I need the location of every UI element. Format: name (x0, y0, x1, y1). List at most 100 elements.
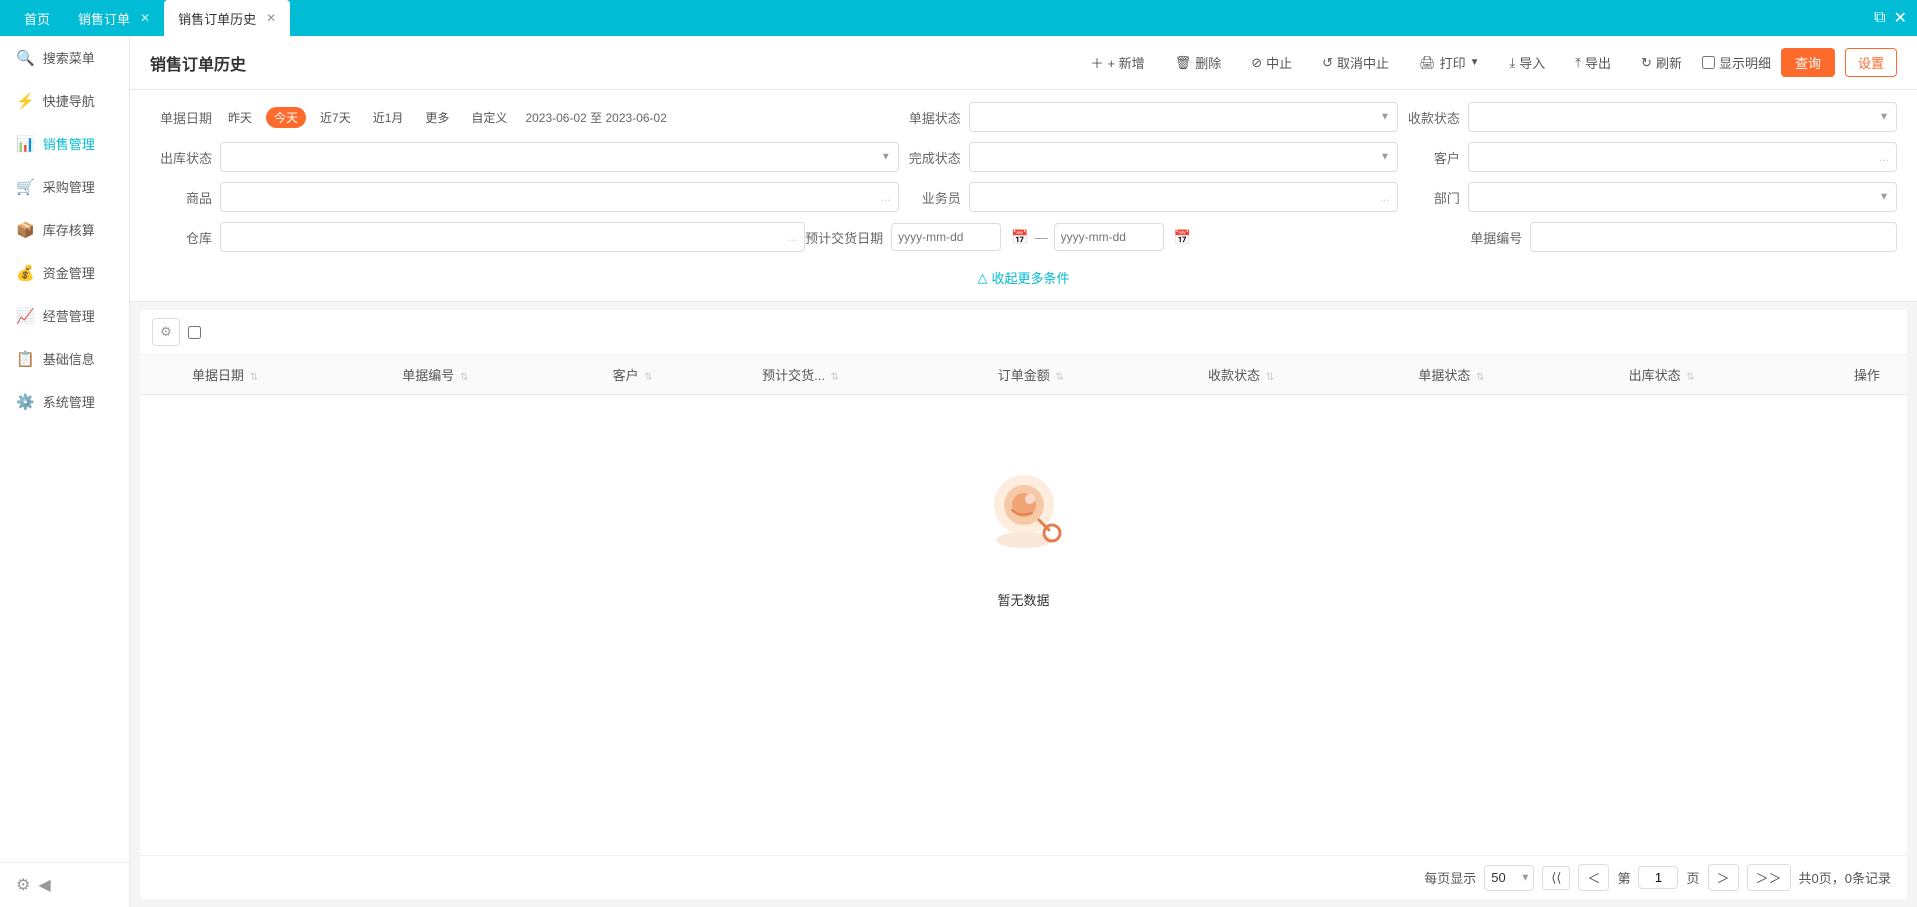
customer-filter-field: 客户 ... (1398, 142, 1897, 172)
filter-section: 单据日期 昨天 今天 近7天 近1月 更多 自定义 2023-06-02 至 2… (130, 90, 1917, 302)
expected-date-end-calendar-icon[interactable]: 📅 (1174, 229, 1191, 246)
sidebar-item-base-info[interactable]: 📋 基础信息 (0, 337, 129, 380)
last-page-btn[interactable]: ＞＞ (1747, 864, 1791, 891)
sidebar-item-finance-mgmt-label: 资金管理 (43, 263, 95, 282)
col-order-no[interactable]: 单据编号 ⇅ (390, 355, 600, 395)
expected-date-start-calendar-icon[interactable]: 📅 (1011, 229, 1028, 246)
expected-date-start-input[interactable] (891, 223, 1001, 251)
sidebar-item-ops-mgmt[interactable]: 📈 经营管理 (0, 294, 129, 337)
sidebar-item-inventory-calc[interactable]: 📦 库存核算 (0, 208, 129, 251)
payment-status-label: 收款状态 (1398, 108, 1468, 127)
print-btn[interactable]: 🖨 打印 ▼ (1409, 48, 1489, 77)
export-icon: ⤒ (1575, 55, 1581, 71)
goods-control: ... (220, 182, 899, 212)
expected-date-control: 📅 — 📅 (891, 223, 1460, 251)
sidebar-item-finance-mgmt[interactable]: 💰 资金管理 (0, 251, 129, 294)
col-ops: 操作 (1827, 355, 1907, 395)
col-expected-date[interactable]: 预计交货... ⇅ (750, 355, 986, 395)
show-detail-checkbox-label[interactable]: 显示明细 (1702, 53, 1771, 72)
sidebar-item-system-mgmt[interactable]: ⚙️ 系统管理 (0, 380, 129, 423)
goods-filter-field: 商品 ... (150, 182, 899, 212)
date-chip-more[interactable]: 更多 (417, 107, 457, 128)
refresh-btn[interactable]: ↻ 刷新 (1631, 48, 1692, 77)
sidebar-item-search-menu[interactable]: 🔍 搜索菜单 (0, 36, 129, 79)
tab-sales-order[interactable]: 销售订单 ✕ (64, 0, 164, 36)
warehouse-ellipsis[interactable]: ... (787, 230, 797, 244)
order-no-input[interactable] (1530, 222, 1897, 252)
date-chip-custom[interactable]: 自定义 (463, 107, 515, 128)
warehouse-input[interactable] (220, 222, 805, 252)
sidebar-bottom: ⚙ ◀ (0, 862, 129, 907)
delivery-status-label: 出库状态 (150, 148, 220, 167)
window-restore-btn[interactable]: ⧉ (1874, 9, 1885, 27)
delete-label: 删除 (1195, 53, 1221, 72)
col-date-sort-icon: ⇅ (250, 372, 258, 383)
base-info-icon: 📋 (16, 350, 35, 368)
sidebar-item-quick-nav[interactable]: ⚡ 快捷导航 (0, 79, 129, 122)
order-status-select[interactable] (969, 102, 1398, 132)
sidebar-item-inventory-calc-label: 库存核算 (43, 220, 95, 239)
customer-input[interactable] (1468, 142, 1897, 172)
tab-home[interactable]: 首页 (10, 0, 64, 36)
delete-btn[interactable]: 🗑 删除 (1165, 48, 1232, 77)
tab-sales-order-close[interactable]: ✕ (140, 11, 150, 25)
tab-sales-order-label: 销售订单 (78, 9, 130, 28)
expected-date-end-input[interactable] (1054, 223, 1164, 251)
col-amount[interactable]: 订单金额 ⇅ (986, 355, 1196, 395)
import-btn[interactable]: ⤓ 导入 (1500, 48, 1556, 77)
import-label: 导入 (1519, 53, 1545, 72)
col-date[interactable]: 单据日期 ⇅ (180, 355, 390, 395)
date-chip-today[interactable]: 今天 (266, 107, 306, 128)
sidebar-item-purchase-mgmt[interactable]: 🛒 采购管理 (0, 165, 129, 208)
col-customer[interactable]: 客户 ⇅ (601, 355, 751, 395)
order-no-control (1530, 222, 1897, 252)
next-page-btn[interactable]: ＞ (1708, 864, 1739, 891)
dept-select[interactable] (1468, 182, 1897, 212)
show-detail-checkbox[interactable] (1702, 56, 1715, 69)
select-all-checkbox[interactable] (188, 326, 201, 339)
stop-label: 中止 (1266, 53, 1292, 72)
salesperson-input[interactable] (969, 182, 1398, 212)
order-status-filter-field: 单据状态 ▼ (899, 102, 1398, 132)
table-container: 单据日期 ⇅ 单据编号 ⇅ 客户 ⇅ (140, 355, 1907, 855)
payment-status-select[interactable] (1468, 102, 1897, 132)
tab-sales-order-history[interactable]: 销售订单历史 ✕ (164, 0, 290, 36)
settings-btn[interactable]: 设置 (1845, 48, 1897, 77)
col-payment-status[interactable]: 收款状态 ⇅ (1196, 355, 1406, 395)
col-delivery-status[interactable]: 出库状态 ⇅ (1617, 355, 1827, 395)
delivery-status-select[interactable] (220, 142, 899, 172)
date-chip-1month[interactable]: 近1月 (365, 107, 412, 128)
export-btn[interactable]: ⤒ 导出 (1565, 48, 1621, 77)
query-btn[interactable]: 查询 (1781, 48, 1835, 77)
complete-status-select[interactable] (969, 142, 1398, 172)
sidebar-collapse-btn[interactable]: ◀ (38, 875, 50, 895)
sidebar-settings-btn[interactable]: ⚙ (16, 875, 30, 895)
cancel-stop-btn[interactable]: ↺ 取消中止 (1312, 48, 1399, 77)
sidebar-item-search-menu-label: 搜索菜单 (43, 48, 95, 67)
col-order-status[interactable]: 单据状态 ⇅ (1406, 355, 1616, 395)
new-btn[interactable]: ＋ + 新增 (1080, 48, 1154, 77)
window-close-btn[interactable]: ✕ (1894, 8, 1907, 28)
system-mgmt-icon: ⚙️ (16, 393, 35, 411)
sidebar-item-purchase-mgmt-label: 采购管理 (43, 177, 95, 196)
date-chip-yesterday[interactable]: 昨天 (220, 107, 260, 128)
inventory-calc-icon: 📦 (16, 221, 35, 239)
goods-input[interactable] (220, 182, 899, 212)
first-page-btn[interactable]: ⟨⟨ (1542, 866, 1570, 890)
prev-page-btn[interactable]: ＜ (1578, 864, 1609, 891)
collapse-filter-btn[interactable]: △ 收起更多条件 (150, 262, 1897, 289)
tab-sales-order-history-close[interactable]: ✕ (266, 11, 276, 25)
sidebar-item-ops-mgmt-label: 经营管理 (43, 306, 95, 325)
current-page-input[interactable] (1638, 866, 1678, 889)
date-chip-7days[interactable]: 近7天 (312, 107, 359, 128)
sidebar-item-sales-mgmt[interactable]: 📊 销售管理 (0, 122, 129, 165)
salesperson-ellipsis[interactable]: ... (1380, 190, 1390, 204)
customer-ellipsis[interactable]: ... (1879, 150, 1889, 164)
sidebar: 🔍 搜索菜单 ⚡ 快捷导航 📊 销售管理 🛒 采购管理 📦 库存核算 💰 资金管… (0, 36, 130, 907)
table-settings-btn[interactable]: ⚙ (152, 318, 180, 346)
per-page-select[interactable]: 50 10 20 100 (1484, 865, 1534, 891)
data-table: 单据日期 ⇅ 单据编号 ⇅ 客户 ⇅ (140, 355, 1907, 395)
goods-ellipsis[interactable]: ... (881, 190, 891, 204)
refresh-label: 刷新 (1656, 53, 1682, 72)
stop-btn[interactable]: ⊘ 中止 (1241, 48, 1302, 77)
